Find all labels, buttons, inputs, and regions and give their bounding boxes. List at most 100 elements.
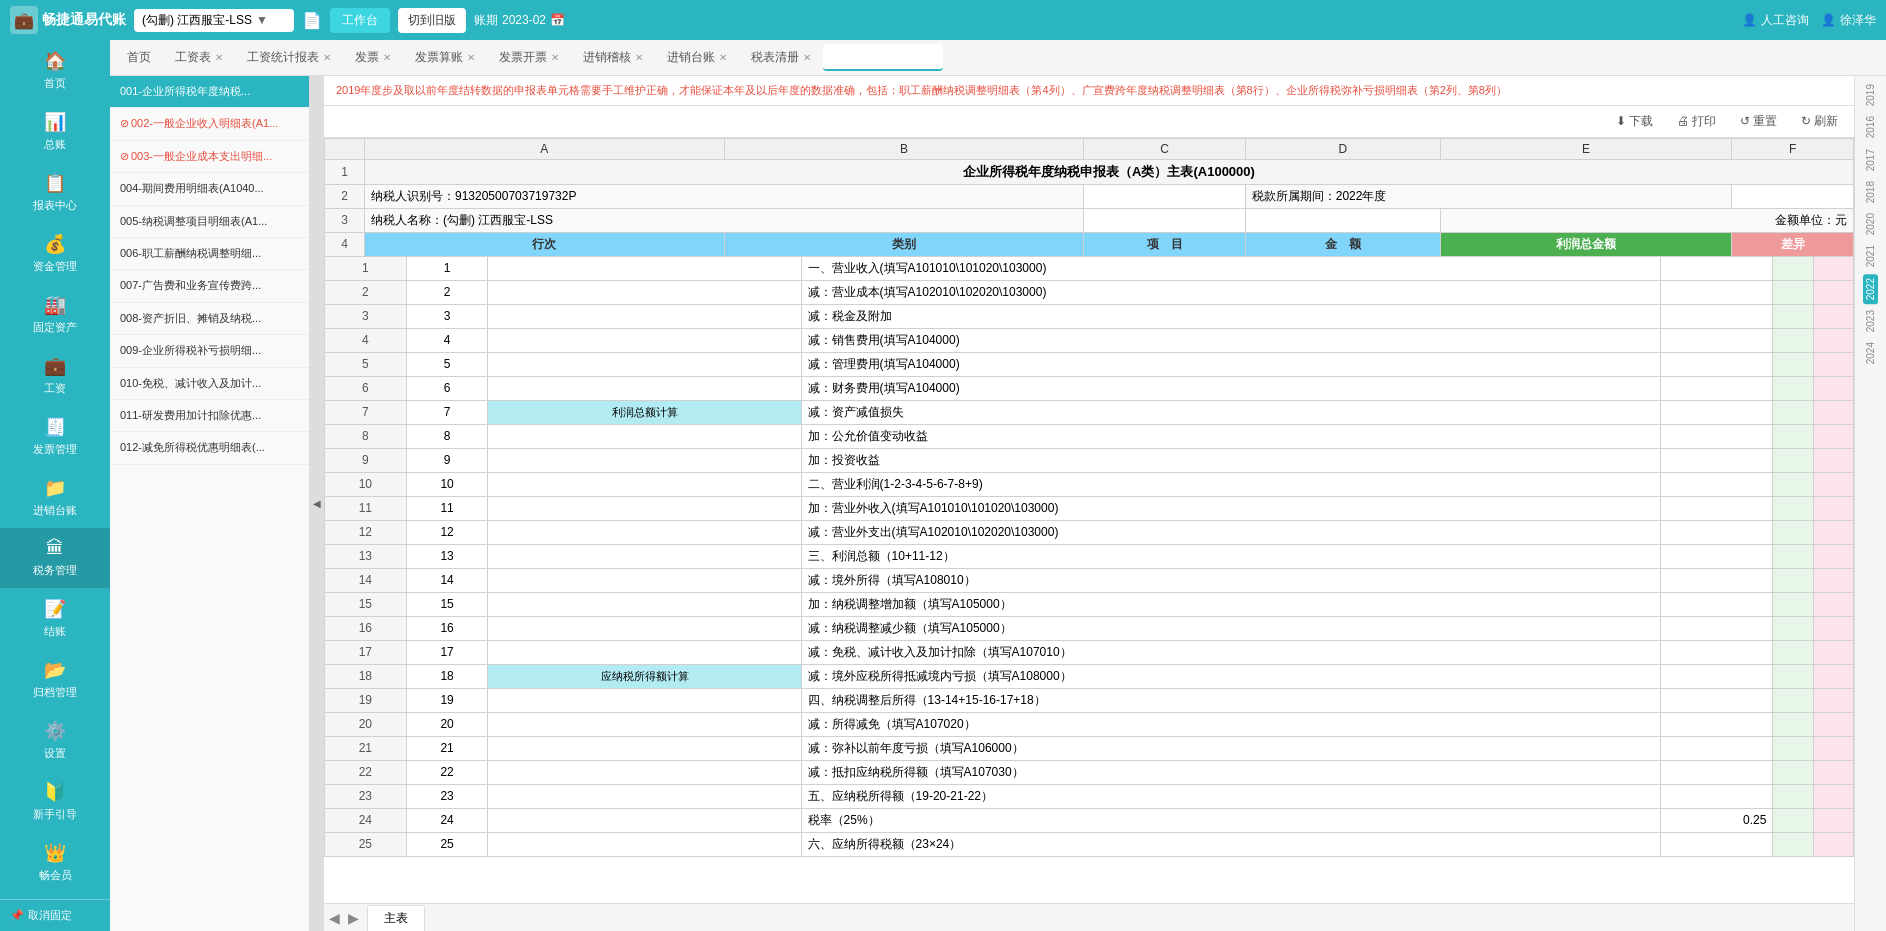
sidebar-item-settings[interactable]: ⚙️ 设置 — [0, 710, 110, 771]
diff-cell[interactable] — [1813, 640, 1853, 664]
tab-income-tax[interactable]: 所得税汇算清缴 ✕ — [823, 44, 943, 71]
profit-cell[interactable] — [1773, 568, 1813, 592]
close-tab-import-ledger[interactable]: ✕ — [719, 52, 727, 63]
profit-cell[interactable] — [1773, 664, 1813, 688]
profit-cell[interactable] — [1773, 352, 1813, 376]
diff-cell[interactable] — [1813, 664, 1853, 688]
main-sheet-tab[interactable]: 主表 — [367, 905, 425, 931]
diff-cell[interactable] — [1813, 280, 1853, 304]
collapse-panel-button[interactable]: ◀ — [310, 76, 324, 931]
left-panel-item-009[interactable]: 009-企业所得税补亏损明细... — [110, 335, 309, 367]
sidebar-item-invoice[interactable]: 🧾 发票管理 — [0, 406, 110, 467]
diff-cell[interactable] — [1813, 256, 1853, 280]
year-2019[interactable]: 2019 — [1863, 80, 1878, 110]
year-2016[interactable]: 2016 — [1863, 112, 1878, 142]
amount-cell[interactable] — [1660, 784, 1773, 808]
profit-cell[interactable] — [1773, 400, 1813, 424]
amount-cell[interactable] — [1660, 328, 1773, 352]
amount-cell[interactable] — [1660, 832, 1773, 856]
sidebar-item-tax[interactable]: 🏛 税务管理 — [0, 528, 110, 588]
profit-cell[interactable] — [1773, 784, 1813, 808]
profit-cell[interactable] — [1773, 760, 1813, 784]
amount-cell[interactable] — [1660, 592, 1773, 616]
amount-cell[interactable] — [1660, 544, 1773, 568]
profit-cell[interactable] — [1773, 376, 1813, 400]
sidebar-item-archive[interactable]: 📂 归档管理 — [0, 649, 110, 710]
close-tab-invoice[interactable]: ✕ — [383, 52, 391, 63]
close-tab-salary[interactable]: ✕ — [215, 52, 223, 63]
profit-cell[interactable] — [1773, 328, 1813, 352]
diff-cell[interactable] — [1813, 400, 1853, 424]
amount-cell[interactable] — [1660, 424, 1773, 448]
diff-cell[interactable] — [1813, 352, 1853, 376]
profit-cell[interactable] — [1773, 544, 1813, 568]
sidebar-item-ledger[interactable]: 📊 总账 — [0, 101, 110, 162]
left-panel-item-011[interactable]: 011-研发费用加计扣除优惠... — [110, 400, 309, 432]
diff-cell[interactable] — [1813, 568, 1853, 592]
sidebar-item-settlement[interactable]: 📝 结账 — [0, 588, 110, 649]
diff-cell[interactable] — [1813, 496, 1853, 520]
profit-cell[interactable] — [1773, 832, 1813, 856]
amount-cell[interactable] — [1660, 496, 1773, 520]
diff-cell[interactable] — [1813, 736, 1853, 760]
year-2018[interactable]: 2018 — [1863, 177, 1878, 207]
tab-tax-summary[interactable]: 税表清册 ✕ — [739, 40, 823, 76]
year-2023[interactable]: 2023 — [1863, 306, 1878, 336]
left-panel-item-004[interactable]: 004-期间费用明细表(A1040... — [110, 173, 309, 205]
left-panel-item-012[interactable]: 012-减免所得税优惠明细表(... — [110, 432, 309, 464]
year-2024[interactable]: 2024 — [1863, 338, 1878, 368]
profit-cell[interactable] — [1773, 496, 1813, 520]
print-button[interactable]: 🖨 打印 — [1671, 110, 1722, 133]
close-tab-tax-summary[interactable]: ✕ — [803, 52, 811, 63]
left-panel-item-001[interactable]: 001-企业所得税年度纳税... — [110, 76, 309, 108]
pin-button[interactable]: 📌 取消固定 — [0, 900, 110, 931]
tab-invoice-open[interactable]: 发票开票 ✕ — [487, 40, 571, 76]
sidebar-item-home[interactable]: 🏠 首页 — [0, 40, 110, 101]
amount-cell[interactable] — [1660, 256, 1773, 280]
diff-cell[interactable] — [1813, 832, 1853, 856]
diff-cell[interactable] — [1813, 688, 1853, 712]
sidebar-item-member[interactable]: 👑 畅会员 — [0, 832, 110, 893]
diff-cell[interactable] — [1813, 328, 1853, 352]
prev-sheet-button[interactable]: ◀ — [329, 910, 340, 926]
diff-cell[interactable] — [1813, 304, 1853, 328]
amount-cell[interactable] — [1660, 616, 1773, 640]
ai-consult[interactable]: 👤 人工咨询 — [1742, 12, 1809, 29]
close-tab-salary-report[interactable]: ✕ — [323, 52, 331, 63]
amount-cell[interactable] — [1660, 664, 1773, 688]
refresh-button[interactable]: ↻ 刷新 — [1795, 110, 1844, 133]
profit-cell[interactable] — [1773, 736, 1813, 760]
amount-cell[interactable] — [1660, 376, 1773, 400]
sidebar-item-fund[interactable]: 💰 资金管理 — [0, 223, 110, 284]
amount-cell[interactable] — [1660, 520, 1773, 544]
amount-cell[interactable] — [1660, 400, 1773, 424]
diff-cell[interactable] — [1813, 376, 1853, 400]
close-tab-invoice-open[interactable]: ✕ — [551, 52, 559, 63]
diff-cell[interactable] — [1813, 616, 1853, 640]
tab-invoice[interactable]: 发票 ✕ — [343, 40, 403, 76]
year-2020[interactable]: 2020 — [1863, 209, 1878, 239]
amount-cell[interactable] — [1660, 688, 1773, 712]
diff-cell[interactable] — [1813, 808, 1853, 832]
diff-cell[interactable] — [1813, 760, 1853, 784]
amount-cell[interactable] — [1660, 304, 1773, 328]
close-tab-income-tax[interactable]: ✕ — [923, 51, 931, 62]
left-panel-item-002[interactable]: ⊘002-一般企业收入明细表(A1... — [110, 108, 309, 140]
diff-cell[interactable] — [1813, 472, 1853, 496]
diff-cell[interactable] — [1813, 544, 1853, 568]
left-panel-item-008[interactable]: 008-资产折旧、摊销及纳税... — [110, 303, 309, 335]
profit-cell[interactable] — [1773, 520, 1813, 544]
spreadsheet-container[interactable]: A B C D E F 1 企业所 — [324, 138, 1854, 904]
document-icon[interactable]: 📄 — [302, 11, 322, 30]
download-button[interactable]: ⬇ 下载 — [1610, 110, 1659, 133]
amount-cell[interactable] — [1660, 736, 1773, 760]
diff-cell[interactable] — [1813, 448, 1853, 472]
left-panel-item-007[interactable]: 007-广告费和业务宣传费跨... — [110, 270, 309, 302]
sidebar-item-import[interactable]: 📁 进销台账 — [0, 467, 110, 528]
close-tab-import-verify[interactable]: ✕ — [635, 52, 643, 63]
year-2017[interactable]: 2017 — [1863, 145, 1878, 175]
amount-cell[interactable] — [1660, 568, 1773, 592]
diff-cell[interactable] — [1813, 784, 1853, 808]
tab-salary-report[interactable]: 工资统计报表 ✕ — [235, 40, 343, 76]
tab-import-verify[interactable]: 进销稽核 ✕ — [571, 40, 655, 76]
